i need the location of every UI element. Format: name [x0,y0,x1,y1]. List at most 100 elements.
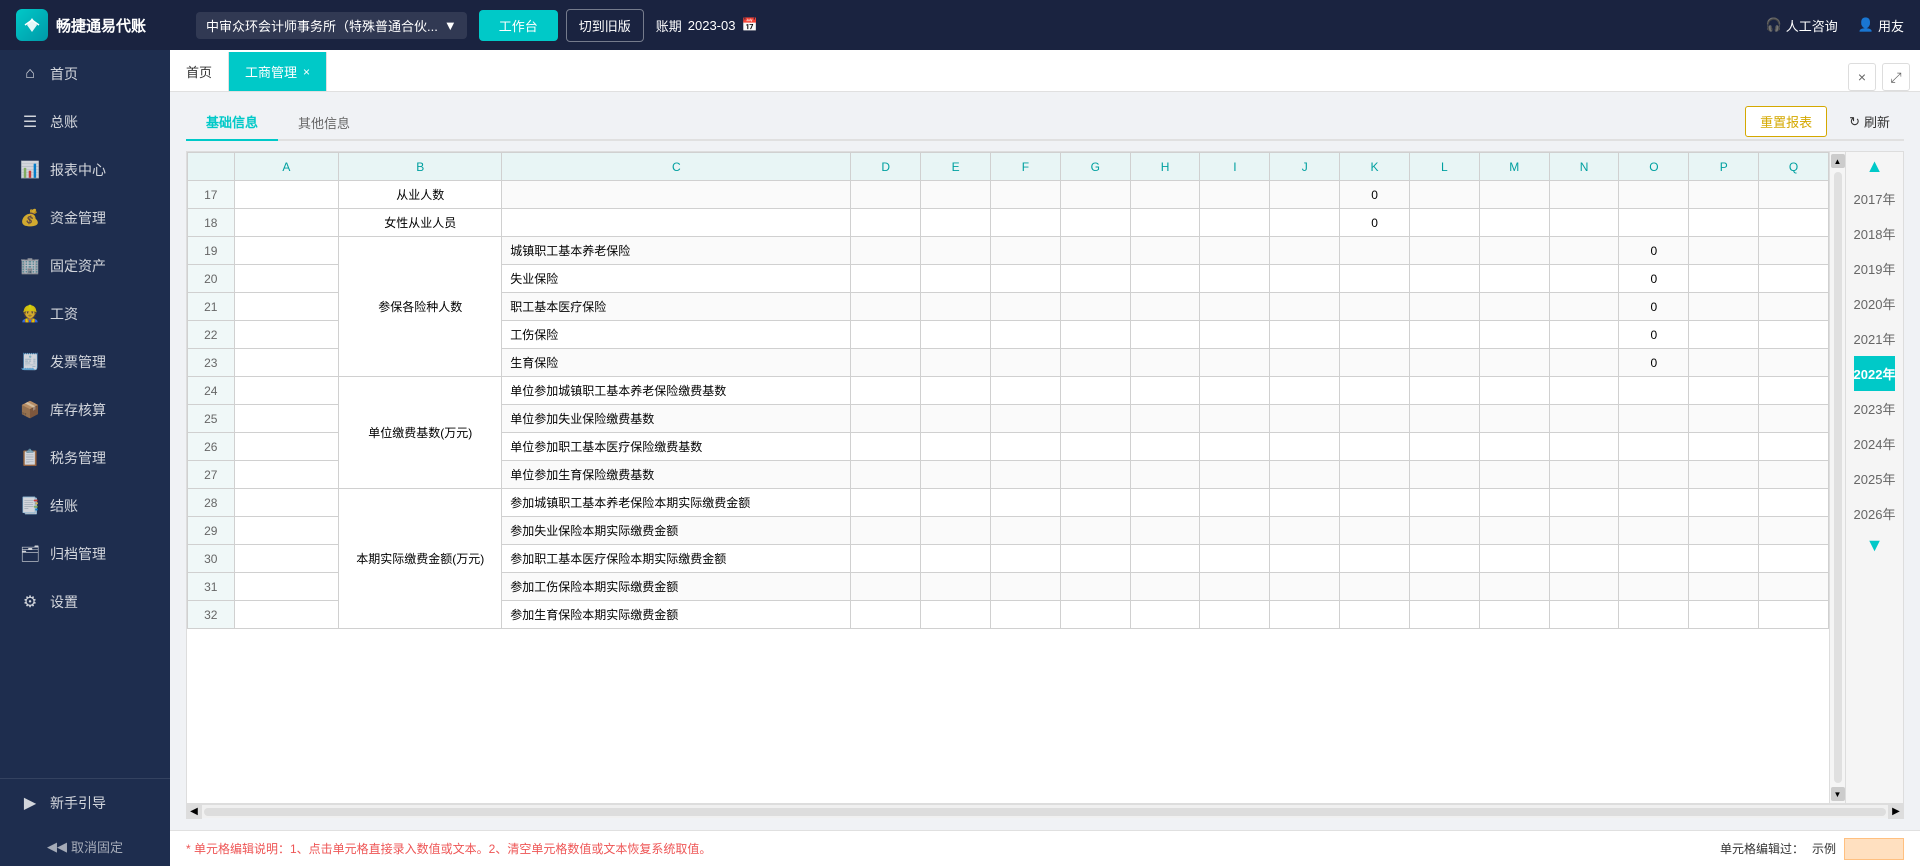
cell-n[interactable] [1549,293,1619,321]
cell-l[interactable] [1409,573,1479,601]
cell-h[interactable] [1130,405,1200,433]
cell-e[interactable] [921,573,991,601]
cell-f[interactable] [991,517,1061,545]
cell-o[interactable] [1619,573,1689,601]
cell-l[interactable] [1409,545,1479,573]
cell-m[interactable] [1479,433,1549,461]
cell-f[interactable] [991,237,1061,265]
cell-g[interactable] [1060,461,1130,489]
cell-k[interactable] [1340,461,1410,489]
cell-l[interactable] [1409,433,1479,461]
cell-e[interactable] [921,461,991,489]
cell-i[interactable] [1200,181,1270,209]
cell-f[interactable] [991,265,1061,293]
cell-m[interactable] [1479,573,1549,601]
cell-a[interactable] [234,517,339,545]
cell-d[interactable] [851,573,921,601]
cell-i[interactable] [1200,209,1270,237]
cell-f[interactable] [991,377,1061,405]
cell-n[interactable] [1549,517,1619,545]
cell-h[interactable] [1130,433,1200,461]
year-item[interactable]: 2023年 [1854,391,1896,426]
cell-n[interactable] [1549,209,1619,237]
cell-k[interactable] [1340,433,1410,461]
cell-c[interactable]: 参加工伤保险本期实际缴费金额 [502,573,851,601]
cell-h[interactable] [1130,349,1200,377]
cell-m[interactable] [1479,405,1549,433]
cell-b[interactable]: 参保各险种人数 [339,237,502,377]
cell-h[interactable] [1130,237,1200,265]
cell-c[interactable]: 单位参加生育保险缴费基数 [502,461,851,489]
cell-p[interactable] [1689,517,1759,545]
user-area[interactable]: 👤 用友 [1858,16,1904,35]
cell-d[interactable] [851,489,921,517]
refresh-button[interactable]: ↻ 刷新 [1835,106,1904,137]
cell-b[interactable]: 女性从业人员 [339,209,502,237]
cell-e[interactable] [921,601,991,629]
cell-l[interactable] [1409,377,1479,405]
cell-i[interactable] [1200,349,1270,377]
cell-b[interactable]: 从业人数 [339,181,502,209]
year-nav-down[interactable]: ▼ [1846,531,1903,560]
cell-c[interactable]: 单位参加失业保险缴费基数 [502,405,851,433]
cell-q[interactable] [1759,573,1829,601]
cell-b[interactable]: 单位缴费基数(万元) [339,377,502,489]
cell-o[interactable] [1619,601,1689,629]
tab-home[interactable]: 首页 [170,52,229,91]
cell-m[interactable] [1479,545,1549,573]
cell-q[interactable] [1759,181,1829,209]
cell-n[interactable] [1549,461,1619,489]
cell-m[interactable] [1479,489,1549,517]
cell-k[interactable] [1340,237,1410,265]
cell-q[interactable] [1759,349,1829,377]
spreadsheet-main[interactable]: A B C D E F G H I J K L [187,152,1829,803]
cell-a[interactable] [234,545,339,573]
cell-f[interactable] [991,405,1061,433]
cell-e[interactable] [921,321,991,349]
cell-e[interactable] [921,433,991,461]
cell-k[interactable]: 0 [1340,181,1410,209]
cell-k[interactable] [1340,517,1410,545]
cell-a[interactable] [234,349,339,377]
cell-k[interactable] [1340,489,1410,517]
cell-h[interactable] [1130,545,1200,573]
cell-m[interactable] [1479,265,1549,293]
year-item[interactable]: 2026年 [1854,496,1896,531]
sidebar-item-home[interactable]: ⌂ 首页 [0,50,170,98]
cell-d[interactable] [851,321,921,349]
cell-g[interactable] [1060,321,1130,349]
cell-o[interactable]: 0 [1619,265,1689,293]
cell-o[interactable] [1619,489,1689,517]
cell-j[interactable] [1270,461,1340,489]
cell-o[interactable]: 0 [1619,349,1689,377]
sidebar-item-capital[interactable]: 💰 资金管理 [0,194,170,242]
cell-e[interactable] [921,265,991,293]
cell-d[interactable] [851,209,921,237]
cell-p[interactable] [1689,405,1759,433]
workbench-button[interactable]: 工作台 [479,10,558,41]
cell-p[interactable] [1689,433,1759,461]
cell-j[interactable] [1270,489,1340,517]
cell-d[interactable] [851,293,921,321]
cell-c[interactable]: 失业保险 [502,265,851,293]
cell-f[interactable] [991,209,1061,237]
cell-i[interactable] [1200,461,1270,489]
cell-l[interactable] [1409,237,1479,265]
cell-k[interactable] [1340,601,1410,629]
cell-k[interactable] [1340,321,1410,349]
cell-f[interactable] [991,573,1061,601]
cell-a[interactable] [234,209,339,237]
cell-e[interactable] [921,293,991,321]
cell-g[interactable] [1060,489,1130,517]
cell-h[interactable] [1130,293,1200,321]
cell-m[interactable] [1479,461,1549,489]
cell-b[interactable]: 本期实际缴费金额(万元) [339,489,502,629]
cell-k[interactable] [1340,349,1410,377]
cell-o[interactable] [1619,405,1689,433]
cell-p[interactable] [1689,545,1759,573]
cell-f[interactable] [991,545,1061,573]
cell-d[interactable] [851,601,921,629]
cell-e[interactable] [921,237,991,265]
cell-q[interactable] [1759,377,1829,405]
cell-f[interactable] [991,461,1061,489]
